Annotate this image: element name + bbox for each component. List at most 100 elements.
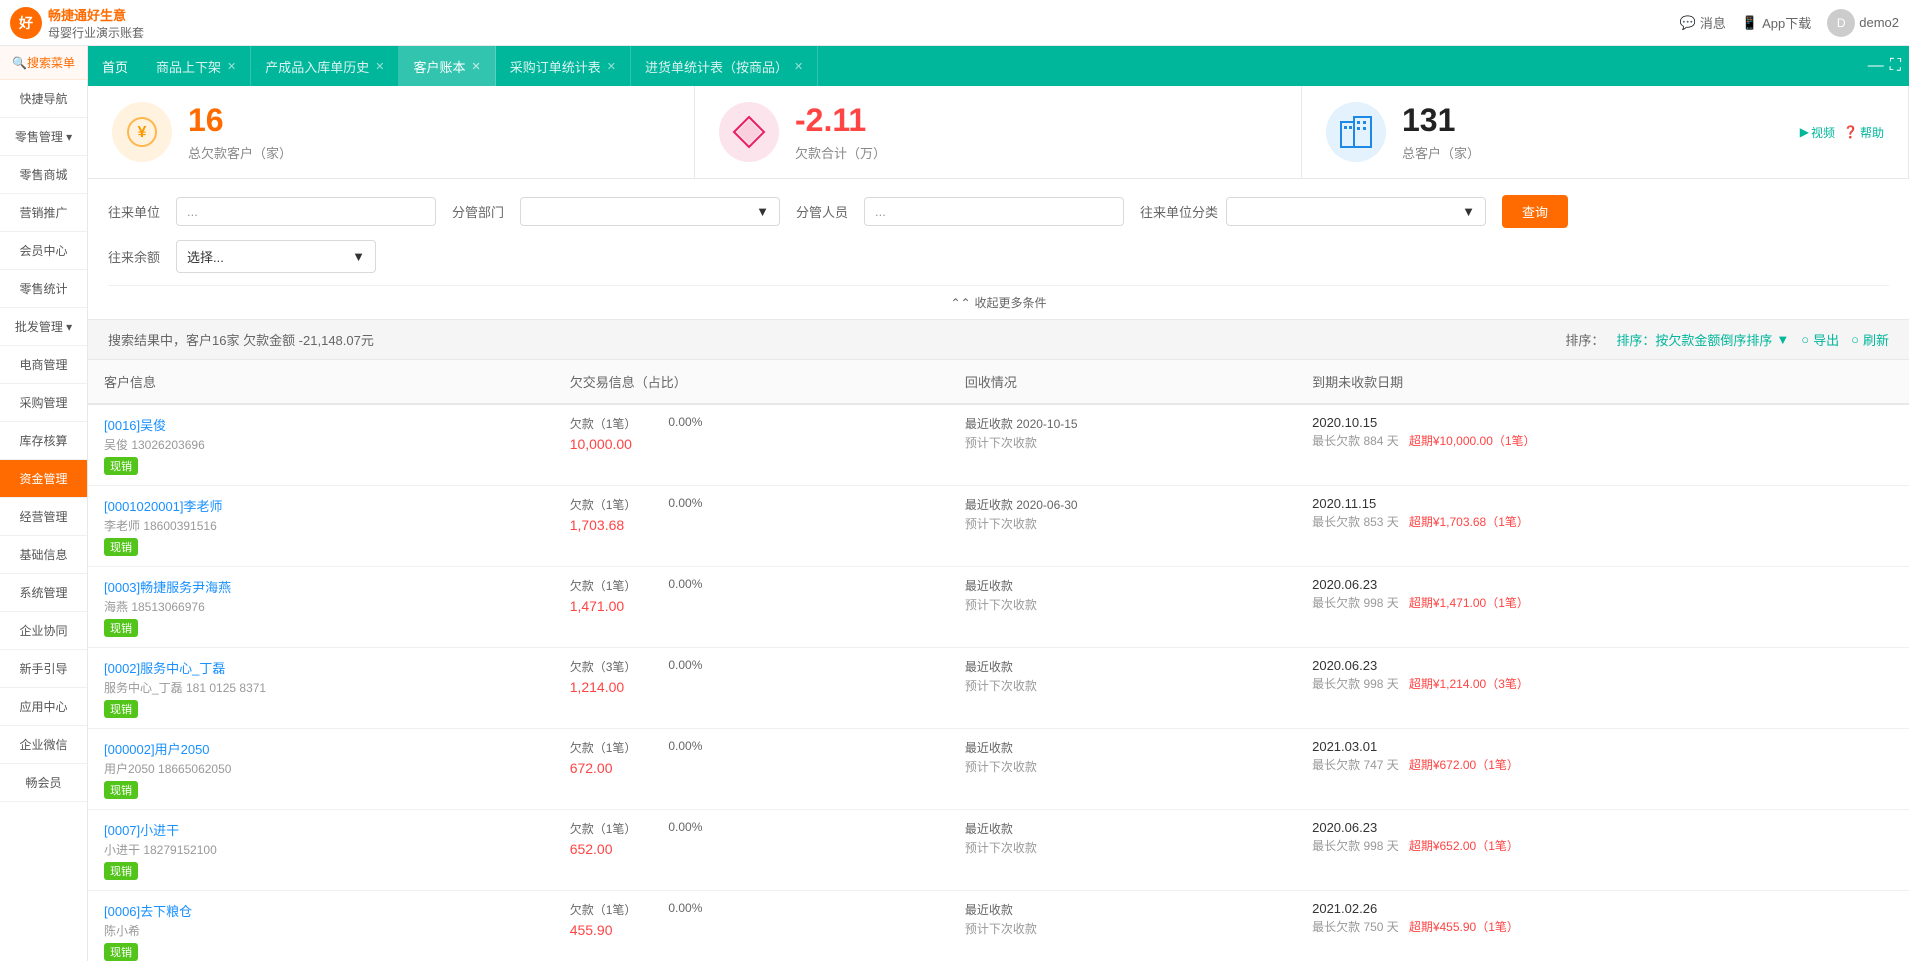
overdue-amount[interactable]: 超期¥652.00（1笔） <box>1409 839 1519 853</box>
tab-customer-account[interactable]: 客户账本 ✕ <box>399 46 495 86</box>
stats-bar: ¥ 16 总欠款客户（家） -2.11 欠款合计（万） <box>88 86 1909 179</box>
debt-amount[interactable]: 1,703.68 <box>570 517 637 533</box>
customer-name[interactable]: [000002]用户2050 <box>104 739 538 758</box>
sidebar-item-retail-mall[interactable]: 零售商城 <box>0 156 87 194</box>
col-header-debt-info: 欠交易信息（占比） <box>554 360 949 404</box>
overdue-date: 2020.11.15 <box>1312 496 1893 511</box>
debt-ratio: 0.00% <box>668 901 702 915</box>
tab-close-icon[interactable]: ✕ <box>227 60 236 73</box>
customer-name[interactable]: [0003]畅捷服务尹海燕 <box>104 577 538 596</box>
tab-home[interactable]: 首页 <box>88 46 142 86</box>
customer-name[interactable]: [0001020001]李老师 <box>104 496 538 515</box>
cell-overdue-info: 2020.10.15 最长欠款 884 天 超期¥10,000.00（1笔） <box>1296 404 1909 486</box>
cell-collect-info: 最近收款 预计下次收款 <box>949 648 1296 729</box>
help-icon: ❓ <box>1843 125 1858 139</box>
filter-label-往来单位: 往来单位 <box>108 202 168 221</box>
sidebar-item-nav[interactable]: 快捷导航 <box>0 80 87 118</box>
sidebar-item-marketing[interactable]: 营销推广 <box>0 194 87 232</box>
chevron-down-icon: ▼ <box>756 204 769 219</box>
sidebar-item-app-center[interactable]: 应用中心 <box>0 688 87 726</box>
refresh-btn[interactable]: ○ 刷新 <box>1851 330 1889 349</box>
sidebar-item-enterprise-wechat[interactable]: 企业微信 <box>0 726 87 764</box>
tab-production-history[interactable]: 产成品入库单历史 ✕ <box>251 46 399 86</box>
cell-debt-info: 欠款（1笔） 455.90 0.00% <box>554 891 949 961</box>
cell-debt-info: 欠款（1笔） 652.00 0.00% <box>554 810 949 891</box>
往来单位-input[interactable]: ... <box>176 197 436 226</box>
tab-purchase-stats[interactable]: 进货单统计表（按商品） ✕ <box>631 46 818 86</box>
message-btn[interactable]: 💬 消息 <box>1680 13 1726 32</box>
debt-info-cell: 欠款（1笔） 1,471.00 0.00% <box>570 577 933 614</box>
customer-name[interactable]: [0007]小进干 <box>104 820 538 839</box>
tab-close-icon[interactable]: ✕ <box>607 60 616 73</box>
debt-amount[interactable]: 1,471.00 <box>570 598 637 614</box>
分管人员-input[interactable]: ... <box>864 197 1124 226</box>
tab-maximize-icon[interactable]: ⛶ <box>1890 57 1901 75</box>
sidebar-item-inventory[interactable]: 库存核算 <box>0 422 87 460</box>
sidebar-item-capital[interactable]: 资金管理 <box>0 460 87 498</box>
sidebar-item-enterprise[interactable]: 企业协同 <box>0 612 87 650</box>
sidebar-item-purchase[interactable]: 采购管理 <box>0 384 87 422</box>
cell-debt-info: 欠款（1笔） 672.00 0.00% <box>554 729 949 810</box>
sort-select[interactable]: 排序：按欠款金额倒序排序 ▼ <box>1616 330 1789 349</box>
sidebar-item-basic-info[interactable]: 基础信息 <box>0 536 87 574</box>
customer-name[interactable]: [0002]服务中心_丁磊 <box>104 658 538 677</box>
sidebar-item-label: 电商管理 <box>19 358 67 372</box>
result-actions: 排序： 排序：按欠款金额倒序排序 ▼ ○ 导出 ○ 刷新 <box>1565 330 1889 349</box>
sidebar-item-label: 企业微信 <box>19 738 67 752</box>
table-row: [0002]服务中心_丁磊 服务中心_丁磊 181 0125 8371 现销 欠… <box>88 648 1909 729</box>
top-bar-left: 好 畅捷通好生意 母婴行业演示账套 <box>10 5 144 41</box>
help-btn[interactable]: ❓ 帮助 <box>1843 124 1884 141</box>
customer-name[interactable]: [0016]吴俊 <box>104 415 538 434</box>
cell-debt-info: 欠款（3笔） 1,214.00 0.00% <box>554 648 949 729</box>
stat-label-debt: 欠款合计（万） <box>795 143 886 162</box>
debt-amount[interactable]: 455.90 <box>570 922 637 938</box>
overdue-amount[interactable]: 超期¥672.00（1笔） <box>1409 758 1519 772</box>
overdue-amount[interactable]: 超期¥1,703.68（1笔） <box>1409 515 1529 529</box>
debt-amount[interactable]: 672.00 <box>570 760 637 776</box>
export-btn[interactable]: ○ 导出 <box>1801 330 1839 349</box>
tab-close-icon[interactable]: ✕ <box>472 60 481 73</box>
sidebar-item-ops[interactable]: 经营管理 <box>0 498 87 536</box>
sidebar-item-ecommerce[interactable]: 电商管理 <box>0 346 87 384</box>
collapse-button[interactable]: ⌃⌃ 收起更多条件 <box>108 285 1889 319</box>
tab-product-off[interactable]: 商品上下架 ✕ <box>142 46 251 86</box>
customer-name[interactable]: [0006]去下粮仓 <box>104 901 538 920</box>
filter-row-1: 往来单位 ... 分管部门 ▼ <box>108 195 1889 228</box>
tab-close-icon[interactable]: ✕ <box>375 60 384 73</box>
sidebar-item-member[interactable]: 会员中心 <box>0 232 87 270</box>
right-content: 首页 商品上下架 ✕ 产成品入库单历史 ✕ 客户账本 ✕ 采购订单统计表 ✕ <box>88 46 1909 961</box>
refresh-label: 刷新 <box>1863 330 1889 349</box>
overdue-amount[interactable]: 超期¥1,214.00（3笔） <box>1409 677 1529 691</box>
往来余额-select[interactable]: 选择... ▼ <box>176 240 376 273</box>
sidebar-item-retail-mgmt[interactable]: 零售管理 ▾ <box>0 118 87 156</box>
tab-close-icon[interactable]: ✕ <box>794 60 803 73</box>
debt-amount[interactable]: 1,214.00 <box>570 679 637 695</box>
overdue-amount[interactable]: 超期¥10,000.00（1笔） <box>1409 434 1536 448</box>
cell-customer-info: [0016]吴俊 吴俊 13026203696 现销 <box>88 404 554 486</box>
debt-amount[interactable]: 652.00 <box>570 841 637 857</box>
tab-minimize-icon[interactable]: — <box>1868 57 1884 75</box>
table-row: [0007]小进干 小进干 18279152100 现销 欠款（1笔） 652.… <box>88 810 1909 891</box>
sidebar-item-newbie[interactable]: 新手引导 <box>0 650 87 688</box>
app-download-label: App下载 <box>1762 13 1811 32</box>
tab-purchase-order[interactable]: 采购订单统计表 ✕ <box>496 46 631 86</box>
video-btn[interactable]: ▶ 视频 <box>1800 124 1835 141</box>
user-btn[interactable]: D demo2 <box>1827 9 1899 37</box>
overdue-amount[interactable]: 超期¥1,471.00（1笔） <box>1409 596 1529 610</box>
sidebar-search[interactable]: 🔍 搜索菜单 <box>0 46 87 80</box>
sidebar-item-system[interactable]: 系统管理 <box>0 574 87 612</box>
cell-customer-info: [0002]服务中心_丁磊 服务中心_丁磊 181 0125 8371 现销 <box>88 648 554 729</box>
help-label: 帮助 <box>1860 124 1884 141</box>
分管部门-select[interactable]: ▼ <box>520 197 780 226</box>
message-label: 消息 <box>1700 13 1726 32</box>
sidebar-item-batch-mgmt[interactable]: 批发管理 ▾ <box>0 308 87 346</box>
sidebar-item-retail-stats[interactable]: 零售统计 <box>0 270 87 308</box>
app-download-btn[interactable]: 📱 App下载 <box>1742 13 1811 32</box>
往来单位分类-select[interactable]: ▼ <box>1226 197 1486 226</box>
debt-amount[interactable]: 10,000.00 <box>570 436 637 452</box>
overdue-amount[interactable]: 超期¥455.90（1笔） <box>1409 920 1519 934</box>
sidebar-item-chang-member[interactable]: 畅会员 <box>0 764 87 802</box>
avatar: D <box>1827 9 1855 37</box>
search-button[interactable]: 查询 <box>1502 195 1568 228</box>
往来单位-value: ... <box>187 204 198 219</box>
